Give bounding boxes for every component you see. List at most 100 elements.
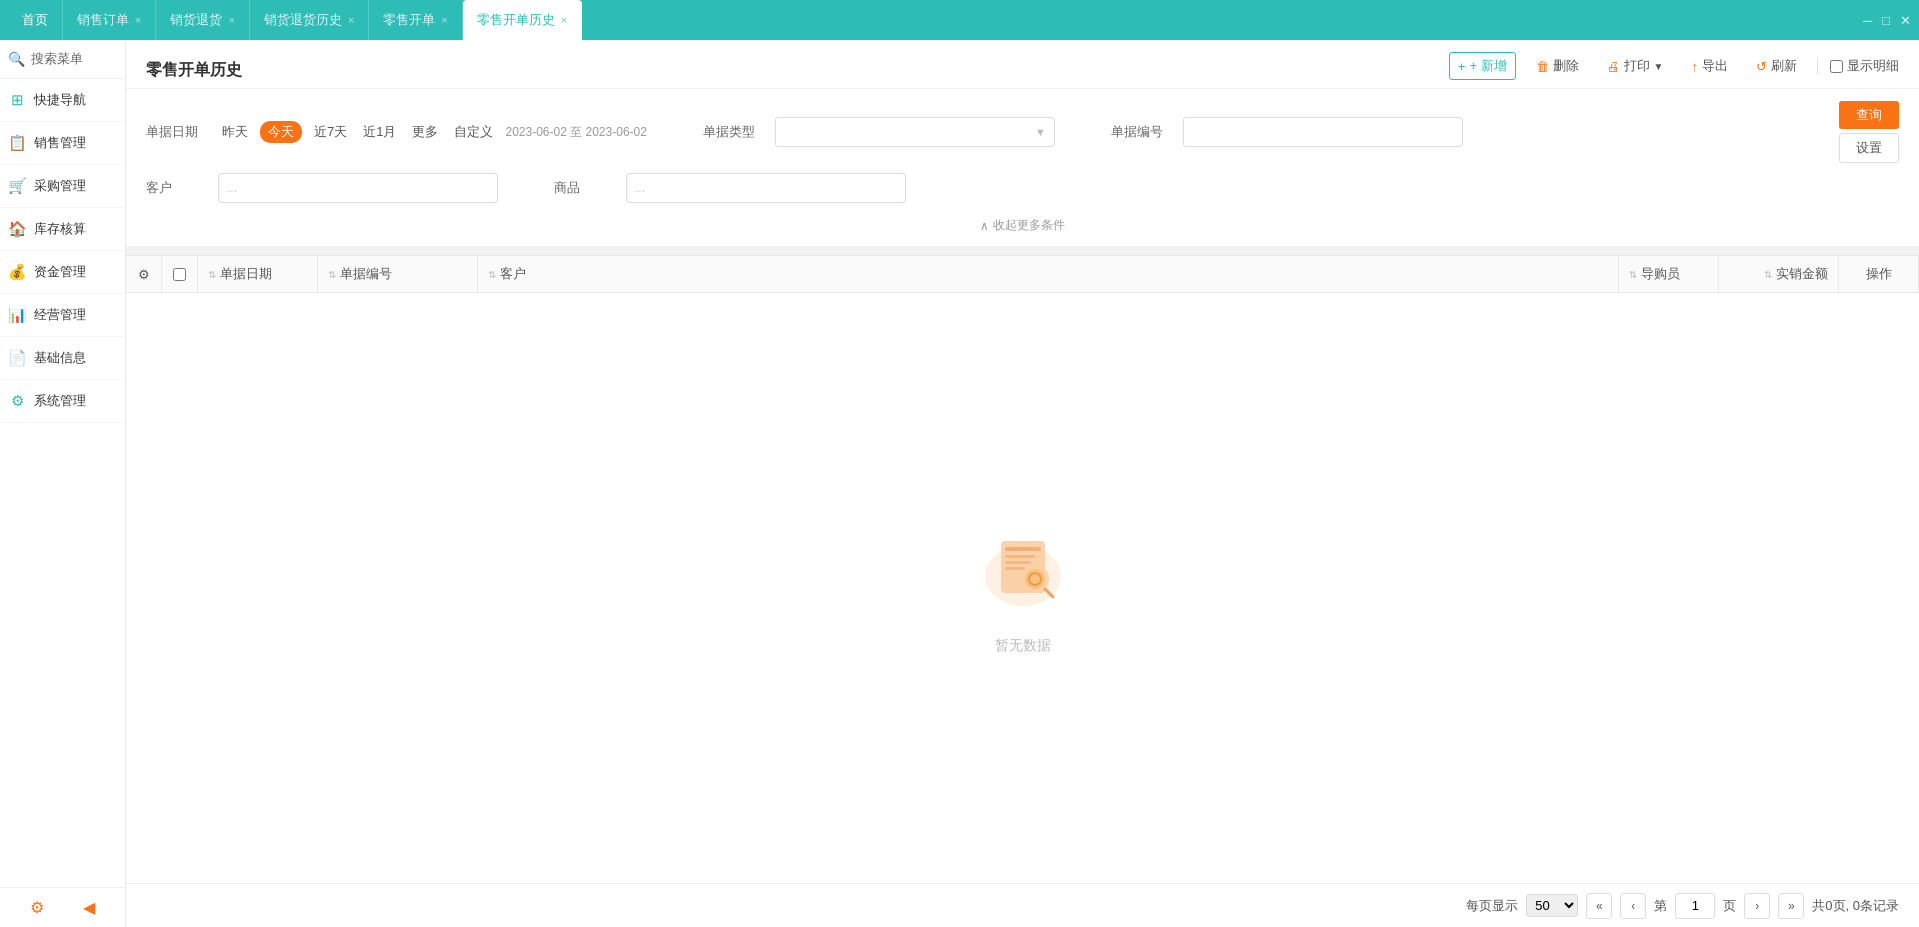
sort-num-icon: ⇅ xyxy=(328,269,336,280)
settings-search-button[interactable]: 设置 xyxy=(1839,133,1899,163)
select-all-checkbox[interactable] xyxy=(173,268,186,281)
collapse-bar[interactable]: ∧ 收起更多条件 xyxy=(146,213,1899,234)
sidebar-item-finance[interactable]: 💰 资金管理 xyxy=(0,251,125,294)
first-page-btn[interactable]: « xyxy=(1586,893,1612,919)
tab-retail-open[interactable]: 零售开单 × xyxy=(369,0,462,40)
th-num-label: 单据编号 xyxy=(340,265,392,283)
sidebar-item-basic-info[interactable]: 📄 基础信息 xyxy=(0,337,125,380)
quick-nav-icon: ⊞ xyxy=(8,91,26,109)
sidebar-bottom: ⚙ ◀ xyxy=(0,887,125,927)
sidebar-item-quick-nav[interactable]: ⊞ 快捷导航 xyxy=(0,79,125,122)
page-title: 零售开单历史 xyxy=(146,60,242,81)
tab-sales-return-history[interactable]: 销货退货历史 × xyxy=(250,0,369,40)
minimize-btn[interactable]: ─ xyxy=(1863,13,1872,28)
export-label: 导出 xyxy=(1702,57,1728,75)
date-opt-last7[interactable]: 近7天 xyxy=(310,121,351,143)
date-opt-more[interactable]: 更多 xyxy=(408,121,442,143)
add-button[interactable]: + + 新增 xyxy=(1449,52,1516,80)
sidebar-item-operations[interactable]: 📊 经营管理 xyxy=(0,294,125,337)
sales-mgmt-icon: 📋 xyxy=(8,134,26,152)
date-opt-today[interactable]: 今天 xyxy=(260,121,302,143)
sidebar-item-quick-nav-label: 快捷导航 xyxy=(34,91,86,109)
doc-num-input[interactable] xyxy=(1183,117,1463,147)
top-tab-bar: 首页 销售订单 × 销货退货 × 销货退货历史 × 零售开单 × 零售开单历史 … xyxy=(0,0,1919,40)
close-btn[interactable]: ✕ xyxy=(1900,13,1911,28)
th-amount[interactable]: ⇅ 实销金额 xyxy=(1719,256,1839,292)
tab-retail-open-history[interactable]: 零售开单历史 × xyxy=(463,0,582,40)
toolbar-divider xyxy=(1817,58,1818,74)
goods-select[interactable]: ... xyxy=(626,173,906,203)
date-opt-custom[interactable]: 自定义 xyxy=(450,121,497,143)
sort-guide-icon: ⇅ xyxy=(1629,269,1637,280)
show-detail-checkbox[interactable] xyxy=(1830,60,1843,73)
sidebar-settings-btn[interactable]: ⚙ xyxy=(30,898,44,917)
tab-sales-return[interactable]: 销货退货 × xyxy=(156,0,249,40)
page-number-input[interactable] xyxy=(1675,893,1715,919)
tab-sales-order[interactable]: 销售订单 × xyxy=(63,0,156,40)
sidebar-collapse-btn[interactable]: ◀ xyxy=(83,898,95,917)
per-page-select[interactable]: 50 10 20 100 xyxy=(1526,894,1578,917)
th-check[interactable] xyxy=(162,256,198,292)
maximize-btn[interactable]: □ xyxy=(1882,13,1890,28)
tab-sales-return-history-label: 销货退货历史 xyxy=(264,11,342,29)
sidebar-item-inventory[interactable]: 🏠 库存核算 xyxy=(0,208,125,251)
collapse-label: 收起更多条件 xyxy=(993,217,1065,234)
inventory-icon: 🏠 xyxy=(8,220,26,238)
export-icon: ↑ xyxy=(1692,59,1699,74)
print-icon: 🖨 xyxy=(1607,59,1620,74)
customer-select[interactable]: ... xyxy=(218,173,498,203)
th-guide-label: 导购员 xyxy=(1641,265,1680,283)
customer-dots: ... xyxy=(227,181,237,195)
sidebar-item-operations-label: 经营管理 xyxy=(34,306,86,324)
content-area: 零售开单历史 + + 新增 🗑 删除 🖨 打印 ▼ ↑ 导出 xyxy=(126,40,1919,927)
operations-icon: 📊 xyxy=(8,306,26,324)
filter-row-2: 客户 ... 商品 ... xyxy=(146,173,1899,203)
svg-rect-4 xyxy=(1005,561,1031,564)
goods-dots: ... xyxy=(635,181,645,195)
show-detail-toggle[interactable]: 显示明细 xyxy=(1830,57,1899,75)
tab-retail-open-history-close[interactable]: × xyxy=(561,14,567,26)
tab-sales-return-close[interactable]: × xyxy=(228,14,234,26)
th-customer[interactable]: ⇅ 客户 xyxy=(478,256,1619,292)
last-page-btn[interactable]: » xyxy=(1778,893,1804,919)
main-layout: 🔍 搜索菜单 ⊞ 快捷导航 📋 销售管理 🛒 采购管理 🏠 库存核算 💰 资金管… xyxy=(0,40,1919,927)
total-label: 共0页, 0条记录 xyxy=(1812,897,1899,915)
th-date[interactable]: ⇅ 单据日期 xyxy=(198,256,318,292)
sidebar-item-system-mgmt[interactable]: ⚙ 系统管理 xyxy=(0,380,125,423)
filter-area: 单据日期 昨天 今天 近7天 近1月 更多 自定义 2023-06-02 至 2… xyxy=(126,89,1919,247)
prev-page-btn[interactable]: ‹ xyxy=(1620,893,1646,919)
delete-button[interactable]: 🗑 删除 xyxy=(1528,53,1587,79)
basic-info-icon: 📄 xyxy=(8,349,26,367)
next-page-btn[interactable]: › xyxy=(1744,893,1770,919)
date-range-display: 2023-06-02 至 2023-06-02 xyxy=(505,124,646,141)
tab-retail-open-close[interactable]: × xyxy=(441,14,447,26)
print-dropdown-icon: ▼ xyxy=(1654,61,1664,72)
tab-home-label: 首页 xyxy=(22,11,48,29)
tab-home[interactable]: 首页 xyxy=(8,0,63,40)
th-settings[interactable]: ⚙ xyxy=(126,256,162,292)
table-area: ⚙ ⇅ 单据日期 ⇅ 单据编号 ⇅ 客户 ⇅ 导购员 xyxy=(126,255,1919,883)
add-label: + 新增 xyxy=(1469,57,1506,75)
search-button[interactable]: 查询 xyxy=(1839,101,1899,129)
sidebar-item-sales-mgmt[interactable]: 📋 销售管理 xyxy=(0,122,125,165)
finance-icon: 💰 xyxy=(8,263,26,281)
th-guide[interactable]: ⇅ 导购员 xyxy=(1619,256,1719,292)
svg-rect-2 xyxy=(1005,547,1041,551)
print-button[interactable]: 🖨 打印 ▼ xyxy=(1599,53,1672,79)
refresh-button[interactable]: ↺ 刷新 xyxy=(1748,53,1805,79)
window-controls: ─ □ ✕ xyxy=(1863,13,1911,28)
th-num[interactable]: ⇅ 单据编号 xyxy=(318,256,478,292)
sidebar-search[interactable]: 🔍 搜索菜单 xyxy=(0,40,125,79)
tab-sales-return-history-close[interactable]: × xyxy=(348,14,354,26)
sort-date-icon: ⇅ xyxy=(208,269,216,280)
tab-sales-order-close[interactable]: × xyxy=(135,14,141,26)
sidebar-item-purchase-mgmt[interactable]: 🛒 采购管理 xyxy=(0,165,125,208)
refresh-icon: ↺ xyxy=(1756,59,1767,74)
th-op: 操作 xyxy=(1839,256,1919,292)
date-opt-last-month[interactable]: 近1月 xyxy=(359,121,400,143)
export-button[interactable]: ↑ 导出 xyxy=(1684,53,1737,79)
collapse-icon: ∧ xyxy=(980,219,989,233)
show-detail-label: 显示明细 xyxy=(1847,57,1899,75)
doc-type-select[interactable]: ▼ xyxy=(775,117,1055,147)
date-opt-yesterday[interactable]: 昨天 xyxy=(218,121,252,143)
